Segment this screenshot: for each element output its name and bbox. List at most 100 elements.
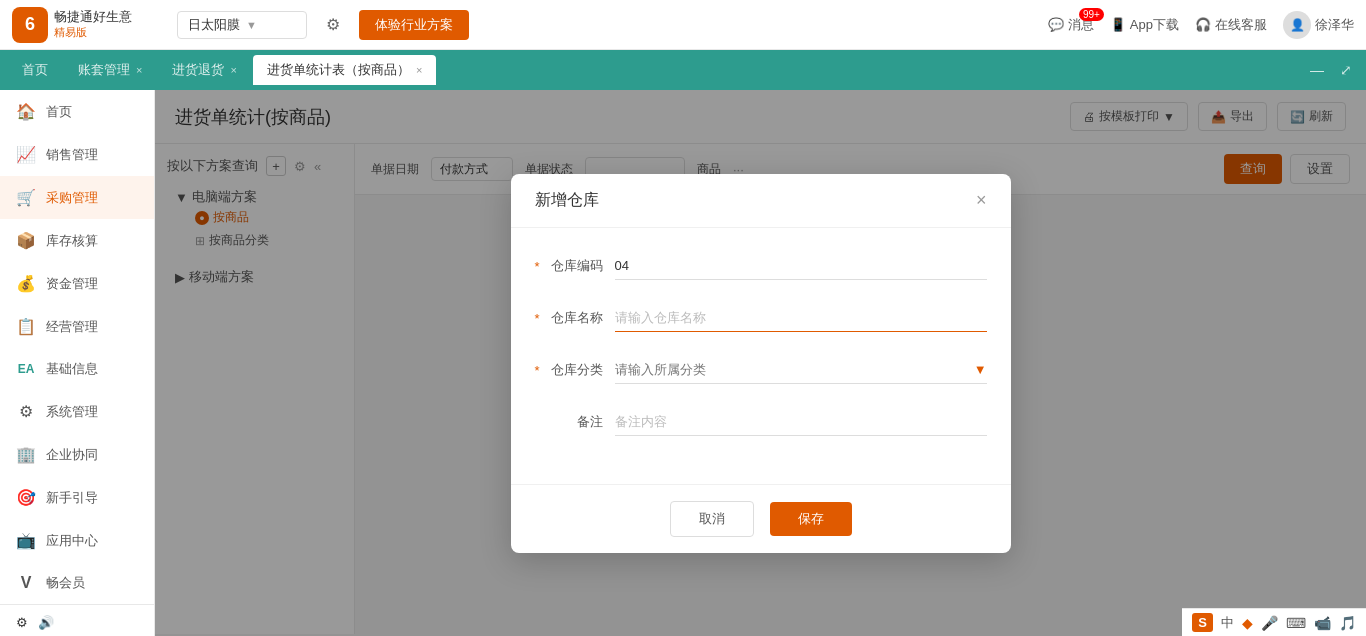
tab-home[interactable]: 首页: [8, 55, 62, 85]
form-row-remark: 备注: [535, 408, 987, 436]
sidebar-inventory-label: 库存核算: [46, 232, 98, 250]
warehouse-category-select-wrap: ▼: [615, 356, 987, 384]
app-download-item[interactable]: 📱 App下载: [1110, 16, 1179, 34]
tab-home-label: 首页: [22, 61, 48, 79]
home-icon: 🏠: [16, 102, 36, 121]
tab-purchase-return-label: 进货退货: [172, 61, 224, 79]
category-dropdown-arrow: ▼: [974, 362, 987, 377]
system-icon: ⚙: [16, 402, 36, 421]
user-item[interactable]: 👤 徐泽华: [1283, 11, 1354, 39]
tab-expand-icon[interactable]: ⤢: [1334, 58, 1358, 82]
sidebar-purchase-label: 采购管理: [46, 189, 98, 207]
top-header: 6 畅捷通好生意 精易版 日太阳膜 ▼ ⚙ 体验行业方案 💬 消息 99+ 📱 …: [0, 0, 1366, 50]
footer-camera-icon[interactable]: 📹: [1314, 615, 1331, 631]
footer-mic-icon[interactable]: 🎤: [1261, 615, 1278, 631]
footer-music-icon[interactable]: 🎵: [1339, 615, 1356, 631]
sidebar-item-home[interactable]: 🏠 首页: [0, 90, 154, 133]
notification-badge: 99+: [1079, 8, 1104, 21]
header-right: 💬 消息 99+ 📱 App下载 🎧 在线客服 👤 徐泽华: [1048, 11, 1354, 39]
modal-overlay: 新增仓库 × 仓库编码 仓库名称 仓库: [155, 90, 1366, 636]
sidebar-item-app-center[interactable]: 📺 应用中心: [0, 519, 154, 562]
sidebar-sales-label: 销售管理: [46, 146, 98, 164]
store-selector[interactable]: 日太阳膜 ▼: [177, 11, 307, 39]
app-version: 精易版: [54, 25, 132, 40]
form-label-remark: 备注: [535, 413, 615, 431]
tab-minimize-icon[interactable]: —: [1304, 58, 1330, 82]
tab-account-close[interactable]: ×: [136, 64, 142, 76]
sidebar-item-operations[interactable]: 📋 经营管理: [0, 305, 154, 348]
form-label-name: 仓库名称: [535, 309, 615, 327]
vip-icon: V: [16, 574, 36, 592]
footer-bar: S 中 ◆ 🎤 ⌨ 📹 🎵: [1182, 608, 1366, 636]
store-name: 日太阳膜: [188, 16, 240, 34]
notification-item[interactable]: 💬 消息 99+: [1048, 16, 1094, 34]
store-dropdown-arrow: ▼: [246, 19, 257, 31]
sidebar-item-guide[interactable]: 🎯 新手引导: [0, 476, 154, 519]
sidebar: 🏠 首页 📈 销售管理 🛒 采购管理 📦 库存核算 💰 资金管理 📋 经营管理 …: [0, 90, 155, 636]
warehouse-code-input[interactable]: [615, 252, 987, 280]
sidebar-item-enterprise[interactable]: 🏢 企业协同: [0, 433, 154, 476]
settings-icon[interactable]: ⚙: [317, 9, 349, 41]
message-icon: 💬: [1048, 17, 1064, 32]
sidebar-item-finance[interactable]: 💰 资金管理: [0, 262, 154, 305]
warehouse-remark-input[interactable]: [615, 408, 987, 436]
app-download-label: App下载: [1130, 16, 1179, 34]
sidebar-item-purchase[interactable]: 🛒 采购管理: [0, 176, 154, 219]
avatar: 👤: [1283, 11, 1311, 39]
sidebar-bottom: ⚙ 🔊: [0, 604, 154, 636]
logo-area: 6 畅捷通好生意 精易版: [12, 7, 167, 43]
modal-header: 新增仓库 ×: [511, 174, 1011, 228]
modal-close-button[interactable]: ×: [976, 191, 987, 209]
operations-icon: 📋: [16, 317, 36, 336]
sidebar-sound-icon[interactable]: 🔊: [38, 615, 54, 630]
tab-account[interactable]: 账套管理 ×: [64, 55, 156, 85]
sidebar-guide-label: 新手引导: [46, 489, 98, 507]
modal-title: 新增仓库: [535, 190, 599, 211]
trial-button[interactable]: 体验行业方案: [359, 10, 469, 40]
sidebar-enterprise-label: 企业协同: [46, 446, 98, 464]
sidebar-finance-label: 资金管理: [46, 275, 98, 293]
online-service-item[interactable]: 🎧 在线客服: [1195, 16, 1267, 34]
sidebar-item-inventory[interactable]: 📦 库存核算: [0, 219, 154, 262]
sidebar-item-basic-info[interactable]: EA 基础信息: [0, 348, 154, 390]
tab-purchase-stats[interactable]: 进货单统计表（按商品） ×: [253, 55, 436, 85]
footer-zh-icon: 中: [1221, 614, 1234, 632]
headset-icon: 🎧: [1195, 17, 1211, 32]
tab-purchase-stats-close[interactable]: ×: [416, 64, 422, 76]
warehouse-category-input[interactable]: [615, 362, 974, 377]
modal-footer: 取消 保存: [511, 484, 1011, 553]
tab-controls: — ⤢: [1304, 58, 1358, 82]
form-row-code: 仓库编码: [535, 252, 987, 280]
online-service-label: 在线客服: [1215, 16, 1267, 34]
tab-purchase-return-close[interactable]: ×: [230, 64, 236, 76]
sidebar-app-center-label: 应用中心: [46, 532, 98, 550]
app-center-icon: 📺: [16, 531, 36, 550]
app-logo: 6: [12, 7, 48, 43]
tab-purchase-return[interactable]: 进货退货 ×: [158, 55, 250, 85]
phone-icon: 📱: [1110, 17, 1126, 32]
sidebar-operations-label: 经营管理: [46, 318, 98, 336]
tab-bar: 首页 账套管理 × 进货退货 × 进货单统计表（按商品） × — ⤢: [0, 50, 1366, 90]
sales-icon: 📈: [16, 145, 36, 164]
guide-icon: 🎯: [16, 488, 36, 507]
footer-keyboard-icon[interactable]: ⌨: [1286, 615, 1306, 631]
footer-dot-icon: ◆: [1242, 615, 1253, 631]
enterprise-icon: 🏢: [16, 445, 36, 464]
save-button[interactable]: 保存: [770, 502, 852, 536]
sidebar-home-label: 首页: [46, 103, 72, 121]
cancel-button[interactable]: 取消: [670, 501, 754, 537]
sidebar-item-vip[interactable]: V 畅会员: [0, 562, 154, 604]
sidebar-item-sales[interactable]: 📈 销售管理: [0, 133, 154, 176]
sidebar-item-system[interactable]: ⚙ 系统管理: [0, 390, 154, 433]
modal-body: 仓库编码 仓库名称 仓库分类 ▼: [511, 228, 1011, 484]
inventory-icon: 📦: [16, 231, 36, 250]
form-row-name: 仓库名称: [535, 304, 987, 332]
tab-account-label: 账套管理: [78, 61, 130, 79]
sidebar-vip-label: 畅会员: [46, 574, 85, 592]
warehouse-name-input[interactable]: [615, 304, 987, 332]
main-layout: 🏠 首页 📈 销售管理 🛒 采购管理 📦 库存核算 💰 资金管理 📋 经营管理 …: [0, 90, 1366, 636]
username: 徐泽华: [1315, 16, 1354, 34]
form-label-code: 仓库编码: [535, 257, 615, 275]
form-label-category: 仓库分类: [535, 361, 615, 379]
sidebar-settings-icon[interactable]: ⚙: [16, 615, 28, 630]
